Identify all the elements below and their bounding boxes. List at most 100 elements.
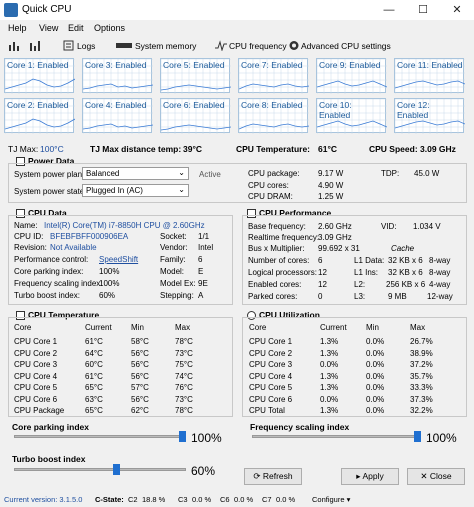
frequency-scaling-slider-track[interactable] <box>252 435 421 438</box>
l1-data-size: 32 KB x 6 <box>388 256 423 265</box>
frequency-scaling-slider-thumb[interactable] <box>414 431 421 442</box>
menu-edit[interactable]: Edit <box>68 23 84 33</box>
table-cell: 0.0% <box>320 394 339 404</box>
core-graph-label: Core 12: Enabled <box>397 100 430 120</box>
revision-value: Not Available <box>50 243 97 252</box>
table-cell: 0.0% <box>366 348 385 358</box>
close-button[interactable]: ✕ Close <box>407 468 465 485</box>
core-parking-slider-value: 100% <box>191 431 222 445</box>
table-cell: 78°C <box>175 337 193 346</box>
turbo-boost-slider-track[interactable] <box>14 468 186 471</box>
bus-multiplier-label: Bus x Multiplier: <box>248 244 305 253</box>
turbo-boost-slider-thumb[interactable] <box>113 464 120 475</box>
memory-icon[interactable] <box>116 40 132 51</box>
table-cell: 37.2% <box>410 360 433 369</box>
version-text: Current version: 3.1.5.0 <box>4 495 83 504</box>
model-ex-label: Model Ex: <box>160 279 196 288</box>
stepping-value: A <box>198 291 204 300</box>
l3-label: L3: <box>354 292 366 301</box>
table-row-label: CPU Core 4 <box>14 371 58 381</box>
frequency-scaling-index-label: Frequency scaling index: <box>14 279 103 288</box>
l1-ins-way: 8-way <box>429 268 451 277</box>
apply-label: Apply <box>362 471 384 481</box>
table-header: Current <box>85 323 112 332</box>
power-plan-dropdown[interactable]: Balanced ⌄ <box>82 167 189 180</box>
table-cell: 60°C <box>85 360 103 369</box>
tj-distance-label: TJ Max distance temp: <box>90 144 182 154</box>
apply-button[interactable]: ▸ Apply <box>341 468 399 485</box>
menu-view[interactable]: View <box>39 23 58 33</box>
frequency-icon[interactable] <box>215 40 227 52</box>
menu-help[interactable]: Help <box>8 23 27 33</box>
power-state-label: System power state: <box>14 187 87 196</box>
c6-label: C6 <box>220 495 230 504</box>
bar-chart-icon[interactable] <box>29 40 41 51</box>
table-cell: 1.3% <box>320 371 339 381</box>
table-cell: 56°C <box>131 394 149 404</box>
minimize-button[interactable]: — <box>372 0 406 20</box>
core-graph-label: Core 4: Enabled <box>85 100 147 110</box>
table-cell: 65°C <box>85 406 103 415</box>
table-row-label: CPU Core 1 <box>14 337 58 346</box>
core-graph-label: Core 1: Enabled <box>7 60 69 70</box>
logs-icon[interactable] <box>63 40 75 51</box>
power-plan-label: System power plan: <box>14 170 85 179</box>
l1-ins-label: L1 Ins: <box>354 268 379 277</box>
table-header: Max <box>410 323 426 332</box>
table-cell: 58°C <box>131 337 149 346</box>
base-frequency-label: Base frequency: <box>248 222 306 231</box>
speedshift-link[interactable]: SpeedShift <box>99 255 138 264</box>
configure-dropdown[interactable]: Configure ▾ <box>312 495 350 504</box>
table-header: Min <box>366 323 379 332</box>
cpu-name-label: Name: <box>14 221 38 230</box>
core-parking-slider-thumb[interactable] <box>179 431 186 442</box>
maximize-button[interactable]: ☐ <box>406 0 440 20</box>
l3-way: 12-way <box>427 292 453 301</box>
power-state-dropdown[interactable]: Plugged In (AC) ⌄ <box>82 184 189 197</box>
core-graph: Core 12: Enabled <box>394 98 465 134</box>
socket-label: Socket: <box>160 232 187 241</box>
revision-label: Revision: <box>14 243 47 252</box>
logs-button[interactable]: Logs <box>77 41 95 51</box>
frequency-scaling-index-value: 100% <box>99 279 120 288</box>
system-memory-button[interactable]: System memory <box>135 41 196 51</box>
table-row-label: CPU Total <box>249 406 285 415</box>
model-label: Model: <box>160 267 185 276</box>
core-parking-slider-track[interactable] <box>14 435 186 438</box>
advanced-cpu-settings-button[interactable]: Advanced CPU settings <box>301 41 391 51</box>
family-value: 6 <box>198 255 203 264</box>
cpu-frequency-button[interactable]: CPU frequency <box>229 41 287 51</box>
cpu-speed-value: 3.09 GHz <box>420 144 456 154</box>
table-cell: 65°C <box>85 383 103 392</box>
core-graph: Core 3: Enabled <box>82 58 153 94</box>
core-graph-label: Core 3: Enabled <box>85 60 147 70</box>
table-cell: 73°C <box>175 348 193 358</box>
bus-multiplier-value: 99.692 x 31 <box>318 244 360 253</box>
table-cell: 0.0% <box>320 360 339 369</box>
table-cell: 26.7% <box>410 337 433 346</box>
family-label: Family: <box>160 255 186 264</box>
base-frequency-value: 2.60 GHz <box>318 222 352 231</box>
core-parking-index-label: Core parking index: <box>14 267 84 276</box>
table-cell: 35.7% <box>410 371 433 381</box>
table-row-label: CPU Core 4 <box>249 371 293 381</box>
model-value: E <box>198 267 204 276</box>
close-window-button[interactable]: ✕ <box>440 0 474 20</box>
core-graph: Core 6: Enabled <box>160 98 231 134</box>
chart-icon[interactable] <box>8 40 20 51</box>
table-cell: 56°C <box>131 360 149 369</box>
refresh-button[interactable]: ⟳ Refresh <box>244 468 302 485</box>
menu-options[interactable]: Options <box>94 23 125 33</box>
number-of-cores-value: 6 <box>318 256 323 265</box>
gear-icon[interactable] <box>288 40 300 51</box>
core-graph-label: Core 9: Enabled <box>319 60 381 70</box>
tj-distance-value: 39°C <box>183 144 202 154</box>
cpu-package-value: 9.17 W <box>318 169 344 178</box>
table-cell: 61°C <box>85 337 103 346</box>
core-graph-label: Core 6: Enabled <box>163 100 225 110</box>
close-icon: ✕ <box>420 471 430 481</box>
tdp-value: 45.0 W <box>414 169 440 178</box>
realtime-frequency-value: 3.09 GHz <box>318 233 352 242</box>
table-row-label: CPU Core 6 <box>14 394 58 404</box>
table-cell: 1.3% <box>320 337 339 346</box>
